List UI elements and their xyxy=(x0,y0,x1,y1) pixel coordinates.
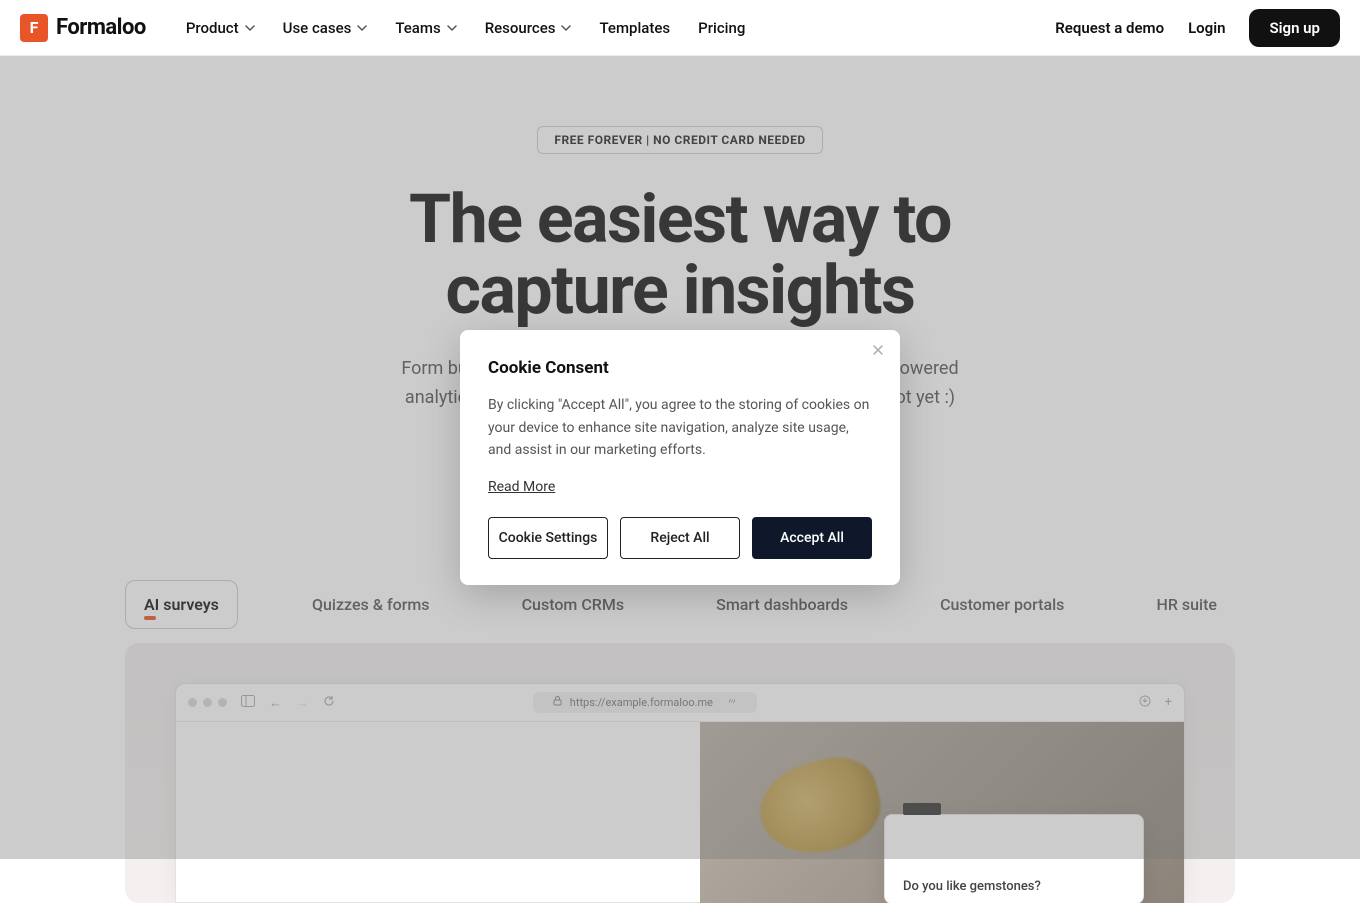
primary-nav: Product Use cases Teams Resources Templa… xyxy=(186,19,746,37)
nav-label: Teams xyxy=(395,19,440,37)
brand-logo[interactable]: F Formaloo xyxy=(20,14,146,42)
nav-item-product[interactable]: Product xyxy=(186,19,255,37)
modal-overlay: Cookie Consent By clicking "Accept All",… xyxy=(0,56,1360,859)
logo-text: Formaloo xyxy=(56,15,146,40)
logo-mark-icon: F xyxy=(20,14,48,42)
close-icon[interactable] xyxy=(868,340,888,360)
login-link[interactable]: Login xyxy=(1188,19,1225,37)
site-header: F Formaloo Product Use cases Teams Resou… xyxy=(0,0,1360,56)
cookie-settings-button[interactable]: Cookie Settings xyxy=(488,517,608,559)
modal-body-text: By clicking "Accept All", you agree to t… xyxy=(488,394,872,461)
cookie-consent-modal: Cookie Consent By clicking "Accept All",… xyxy=(460,330,900,584)
sign-up-button[interactable]: Sign up xyxy=(1249,9,1340,47)
reject-all-button[interactable]: Reject All xyxy=(620,517,740,559)
accept-all-button[interactable]: Accept All xyxy=(752,517,872,559)
header-left: F Formaloo Product Use cases Teams Resou… xyxy=(20,14,745,42)
chevron-down-icon xyxy=(447,23,457,33)
chevron-down-icon xyxy=(561,23,571,33)
nav-item-pricing[interactable]: Pricing xyxy=(698,19,745,37)
modal-button-row: Cookie Settings Reject All Accept All xyxy=(488,517,872,559)
nav-label: Use cases xyxy=(283,19,352,37)
nav-label: Templates xyxy=(599,19,670,37)
nav-item-use-cases[interactable]: Use cases xyxy=(283,19,368,37)
request-demo-link[interactable]: Request a demo xyxy=(1055,19,1164,37)
chevron-down-icon xyxy=(357,23,367,33)
read-more-link[interactable]: Read More xyxy=(488,479,555,495)
nav-item-resources[interactable]: Resources xyxy=(485,19,572,37)
nav-label: Resources xyxy=(485,19,556,37)
header-right: Request a demo Login Sign up xyxy=(1055,9,1340,47)
nav-item-templates[interactable]: Templates xyxy=(599,19,670,37)
modal-title: Cookie Consent xyxy=(488,358,872,378)
survey-question: Do you like gemstones? xyxy=(903,879,1125,894)
chevron-down-icon xyxy=(245,23,255,33)
nav-item-teams[interactable]: Teams xyxy=(395,19,456,37)
nav-label: Pricing xyxy=(698,19,745,37)
nav-label: Product xyxy=(186,19,239,37)
